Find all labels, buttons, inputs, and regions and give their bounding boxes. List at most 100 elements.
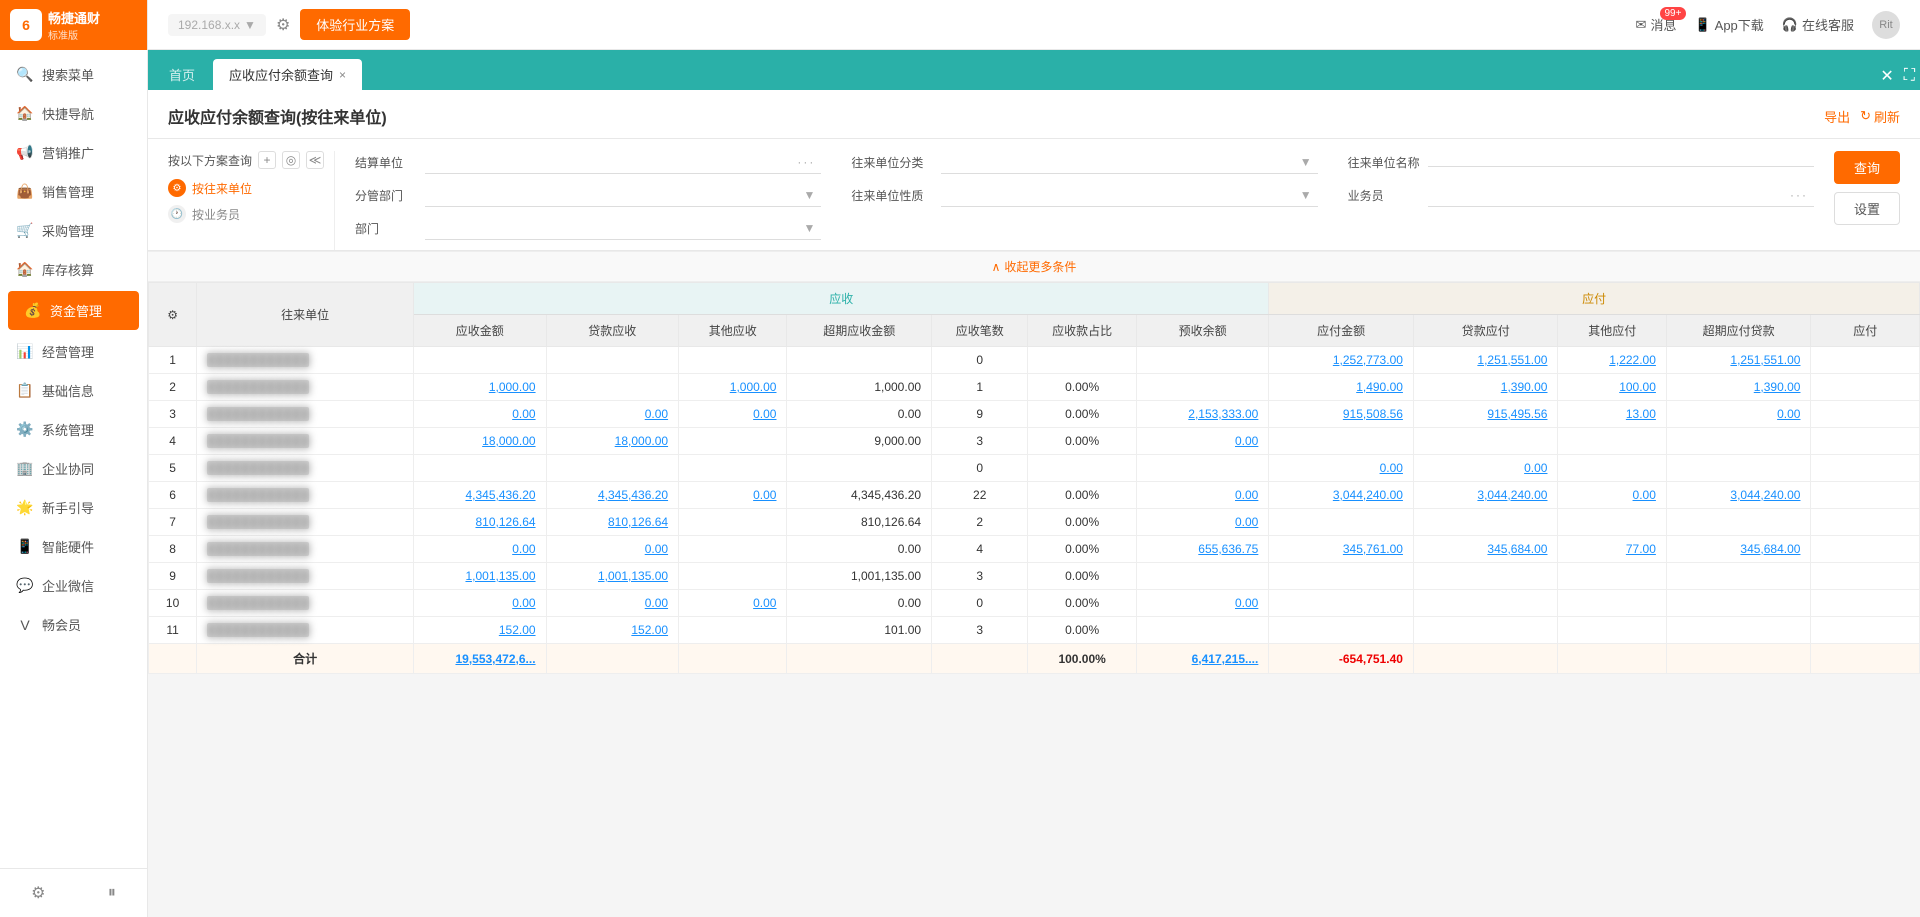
total-ar-count — [932, 644, 1028, 674]
cell-link[interactable]: 1,000.00 — [679, 374, 787, 401]
online-service-button[interactable]: 🎧 在线客服 — [1782, 15, 1854, 34]
sidebar-item-system[interactable]: ⚙️系统管理 — [0, 410, 147, 449]
window-maximize-icon[interactable]: ⛶ — [1904, 67, 1915, 85]
cell-link[interactable]: 18,000.00 — [546, 428, 679, 455]
tab-ar-ap[interactable]: 应收应付余额查询 × — [213, 59, 362, 90]
tab-close-icon[interactable]: × — [339, 68, 346, 82]
cell-link[interactable]: 3,044,240.00 — [1666, 482, 1811, 509]
sidebar-item-sales[interactable]: 👜销售管理 — [0, 172, 147, 211]
cell-link[interactable]: 915,495.56 — [1413, 401, 1558, 428]
cell-link[interactable]: 1,000.00 — [414, 374, 547, 401]
cell-link[interactable]: 0.00 — [546, 590, 679, 617]
cell-link[interactable]: 0.00 — [679, 590, 787, 617]
set-button[interactable]: 设置 — [1834, 192, 1900, 225]
filter-target-icon[interactable]: ◎ — [282, 151, 300, 169]
table-settings-icon[interactable]: ⚙ — [167, 308, 178, 322]
cell-link[interactable]: 655,636.75 — [1136, 536, 1269, 563]
cell-link[interactable]: 3,044,240.00 — [1269, 482, 1414, 509]
cell-link[interactable]: 0.00 — [1136, 428, 1269, 455]
cell-link[interactable]: 0.00 — [1136, 590, 1269, 617]
address-bar[interactable]: 192.168.x.x ▼ — [168, 14, 266, 36]
sidebar-item-basic[interactable]: 📋基础信息 — [0, 371, 147, 410]
cell-link[interactable]: 13.00 — [1558, 401, 1666, 428]
cell-link[interactable]: 1,490.00 — [1269, 374, 1414, 401]
filter-add-icon[interactable]: + — [258, 151, 276, 169]
sidebar-item-member[interactable]: V畅会员 — [0, 605, 147, 644]
cell-link[interactable]: 77.00 — [1558, 536, 1666, 563]
sidebar-settings-icon[interactable]: ⚙ — [25, 877, 51, 909]
total-ar-amount[interactable]: 19,553,472,6... — [414, 644, 547, 674]
cell-link[interactable]: 1,222.00 — [1558, 347, 1666, 374]
collapse-bar[interactable]: ∧ 收起更多条件 — [148, 251, 1920, 282]
cell-link[interactable]: 0.00 — [414, 536, 547, 563]
window-close-icon[interactable]: ✕ — [1880, 66, 1893, 86]
sidebar-collapse-icon[interactable]: ⏸ — [102, 878, 122, 908]
sidebar-item-search[interactable]: 🔍搜索菜单 — [0, 55, 147, 94]
app-download-button[interactable]: 📱 App下载 — [1694, 15, 1763, 34]
filter-option-partner[interactable]: ⚙ 按往来单位 — [168, 179, 324, 197]
filter-option-salesman[interactable]: 🕐 按业务员 — [168, 205, 324, 223]
cell-link[interactable]: 1,390.00 — [1666, 374, 1811, 401]
refresh-button[interactable]: ↻ 刷新 — [1860, 107, 1900, 126]
salesperson-input[interactable]: ··· — [1428, 184, 1814, 207]
cell-link[interactable]: 1,001,135.00 — [546, 563, 679, 590]
filter-collapse-icon[interactable]: ≪ — [306, 151, 324, 169]
department-input[interactable]: ▼ — [425, 217, 821, 240]
total-prepaid[interactable]: 6,417,215.... — [1136, 644, 1269, 674]
cell-link[interactable]: 345,684.00 — [1413, 536, 1558, 563]
cell-link[interactable]: 0.00 — [1666, 401, 1811, 428]
trial-button[interactable]: 体验行业方案 — [300, 9, 410, 40]
cell-link[interactable]: 0.00 — [679, 482, 787, 509]
partner-type-input[interactable]: ▼ — [941, 184, 1317, 207]
sidebar-item-finance[interactable]: 💰资金管理 — [8, 291, 139, 330]
cell-link[interactable]: 4,345,436.20 — [546, 482, 679, 509]
sidebar-item-marketing[interactable]: 📢营销推广 — [0, 133, 147, 172]
cell-link[interactable]: 0.00 — [1136, 482, 1269, 509]
cell-link[interactable]: 810,126.64 — [414, 509, 547, 536]
cell-link[interactable]: 2,153,333.00 — [1136, 401, 1269, 428]
cell-link[interactable]: 345,684.00 — [1666, 536, 1811, 563]
sidebar-item-operations[interactable]: 📊经营管理 — [0, 332, 147, 371]
cell-link[interactable]: 915,508.56 — [1269, 401, 1414, 428]
sidebar-item-hardware[interactable]: 📱智能硬件 — [0, 527, 147, 566]
cell-link[interactable]: 0.00 — [546, 401, 679, 428]
cell-link[interactable]: 0.00 — [679, 401, 787, 428]
cell-link[interactable]: 0.00 — [1269, 455, 1414, 482]
tab-home[interactable]: 首页 — [153, 59, 211, 90]
cell-link[interactable]: 1,001,135.00 — [414, 563, 547, 590]
sidebar-item-quicknav[interactable]: 🏠快捷导航 — [0, 94, 147, 133]
cell-link[interactable]: 1,251,551.00 — [1666, 347, 1811, 374]
query-button[interactable]: 查询 — [1834, 151, 1900, 184]
sidebar-item-wechat[interactable]: 💬企业微信 — [0, 566, 147, 605]
cell-link[interactable]: 0.00 — [546, 536, 679, 563]
cell-link[interactable]: 1,252,773.00 — [1269, 347, 1414, 374]
export-button[interactable]: 导出 — [1824, 107, 1850, 126]
settlement-input[interactable]: ··· — [425, 151, 821, 174]
cell-link[interactable]: 345,761.00 — [1269, 536, 1414, 563]
user-avatar[interactable]: Rit — [1872, 11, 1900, 39]
cell-link[interactable]: 0.00 — [1136, 509, 1269, 536]
sidebar-item-guide[interactable]: 🌟新手引导 — [0, 488, 147, 527]
partner-name-input[interactable] — [1428, 158, 1814, 167]
sidebar-item-enterprise[interactable]: 🏢企业协同 — [0, 449, 147, 488]
sidebar-item-purchase[interactable]: 🛒采购管理 — [0, 211, 147, 250]
dept-input[interactable]: ▼ — [425, 184, 821, 207]
cell-link[interactable]: 100.00 — [1558, 374, 1666, 401]
sidebar-item-inventory[interactable]: 🏠库存核算 — [0, 250, 147, 289]
cell-link[interactable]: 3,044,240.00 — [1413, 482, 1558, 509]
cell-link[interactable]: 1,390.00 — [1413, 374, 1558, 401]
cell-link[interactable]: 0.00 — [1413, 455, 1558, 482]
partner-category-input[interactable]: ▼ — [941, 151, 1317, 174]
topbar-gear-icon[interactable]: ⚙ — [276, 15, 290, 35]
message-button[interactable]: ✉ 消息 99+ — [1636, 15, 1677, 34]
th-settings[interactable]: ⚙ — [149, 283, 197, 347]
cell-link[interactable]: 0.00 — [414, 590, 547, 617]
cell-link[interactable]: 4,345,436.20 — [414, 482, 547, 509]
cell-link[interactable]: 1,251,551.00 — [1413, 347, 1558, 374]
cell-link[interactable]: 152.00 — [414, 617, 547, 644]
cell-link[interactable]: 18,000.00 — [414, 428, 547, 455]
cell-link[interactable]: 0.00 — [414, 401, 547, 428]
cell-link[interactable]: 810,126.64 — [546, 509, 679, 536]
cell-link[interactable]: 0.00 — [1558, 482, 1666, 509]
cell-link[interactable]: 152.00 — [546, 617, 679, 644]
